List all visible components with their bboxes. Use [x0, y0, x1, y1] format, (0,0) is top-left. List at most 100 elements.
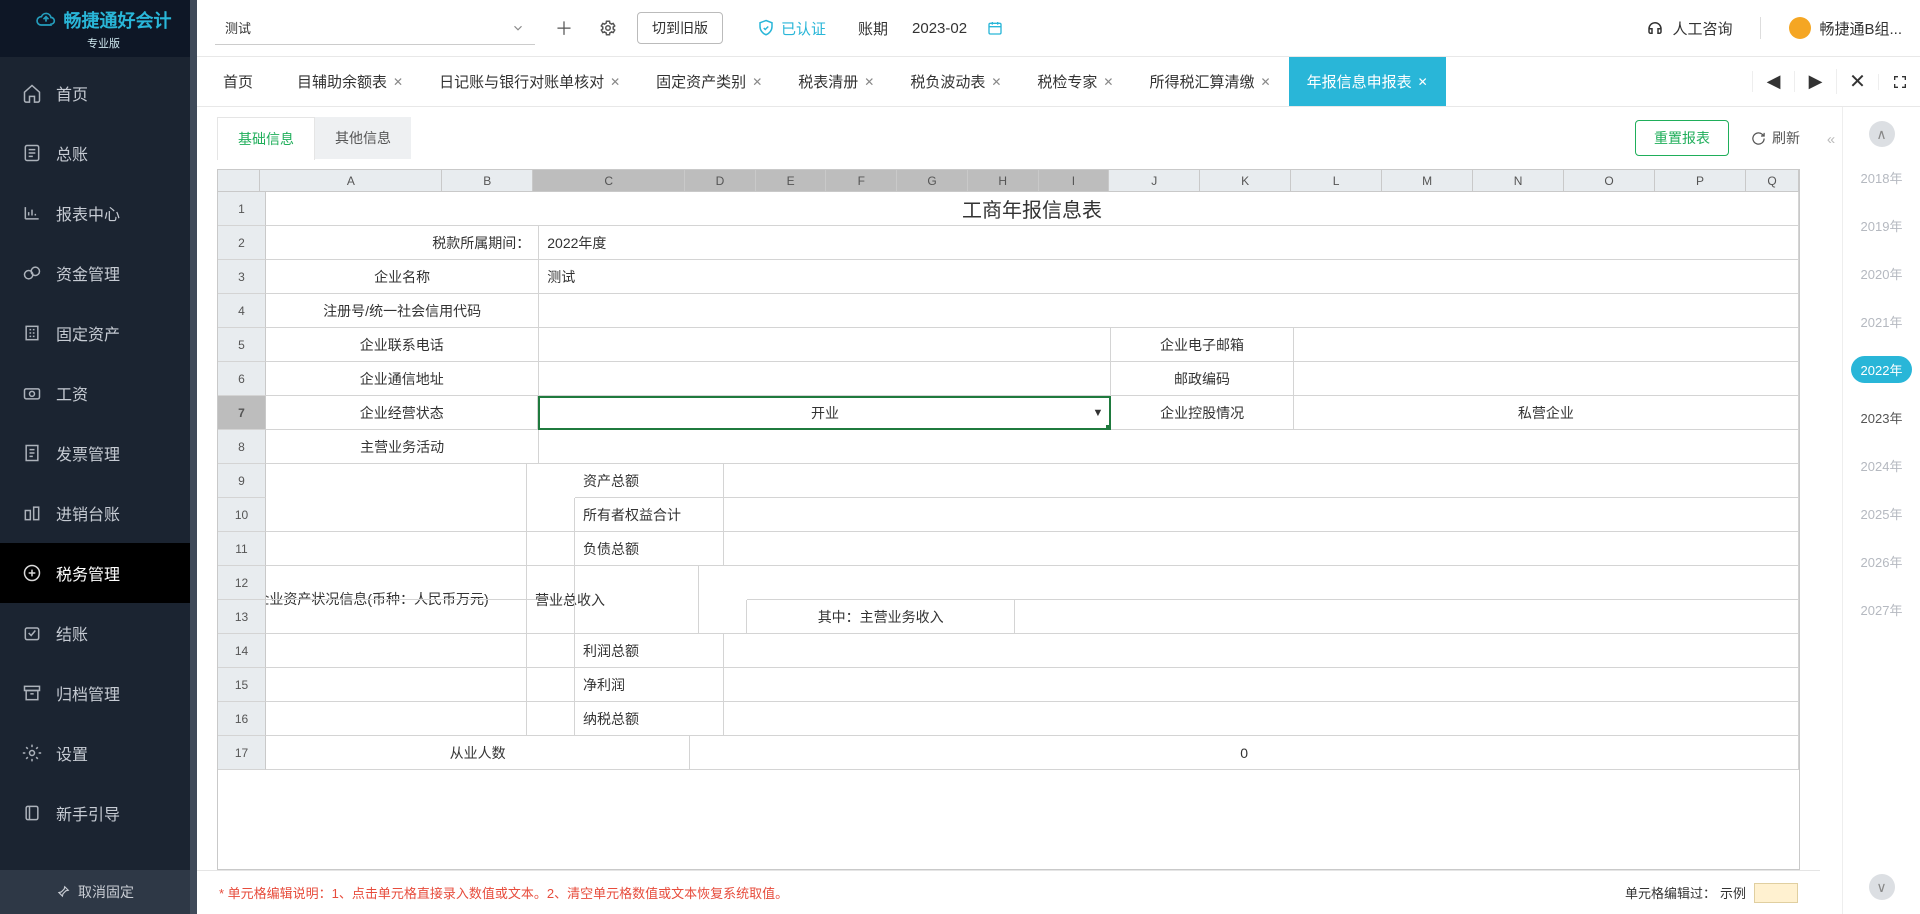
grid-body[interactable]: 1工商年报信息表2税款所属期间：2022年度3企业名称测试4注册号/统一社会信用… [218, 192, 1799, 869]
cell[interactable]: 企业通信地址 [266, 362, 539, 396]
refresh-button[interactable]: 刷新 [1751, 128, 1800, 148]
cell[interactable] [724, 668, 1799, 702]
support-button[interactable]: 人工咨询 [1646, 18, 1732, 39]
col-header-I[interactable]: I [1039, 170, 1110, 191]
active-cell-dropdown[interactable]: 开业▼ [538, 396, 1111, 430]
tab-home[interactable]: 首页 [197, 57, 279, 106]
user-menu[interactable]: 畅捷通B组... [1789, 17, 1902, 39]
tabs-close-all[interactable]: ✕ [1836, 69, 1878, 94]
col-header-K[interactable]: K [1200, 170, 1291, 191]
cell[interactable]: 所有者权益合计 [575, 498, 724, 532]
cell[interactable] [1015, 600, 1799, 634]
year-item[interactable]: 2027年 [1843, 585, 1920, 633]
year-up[interactable]: ∧ [1869, 121, 1895, 147]
cell[interactable] [724, 634, 1799, 668]
cell[interactable]: 利润总额 [575, 634, 724, 668]
sidebar-item-salary[interactable]: 工资 [0, 363, 190, 423]
sidebar-item-checkout[interactable]: 结账 [0, 603, 190, 663]
cell[interactable]: 企业经营状态 [266, 396, 538, 430]
cell[interactable]: 邮政编码 [1111, 362, 1293, 396]
tab-close[interactable]: ✕ [991, 75, 1001, 89]
cell[interactable]: 测试 [539, 260, 1799, 294]
cell[interactable]: 0 [690, 736, 1799, 770]
reset-report-button[interactable]: 重置报表 [1635, 120, 1729, 156]
cell[interactable]: 资产总额 [575, 464, 724, 498]
cell[interactable] [724, 498, 1799, 532]
year-rail-collapse[interactable]: « [1820, 107, 1842, 171]
col-header-D[interactable]: D [685, 170, 756, 191]
col-header-A[interactable]: A [260, 170, 442, 191]
year-item[interactable]: 2020年 [1843, 249, 1920, 297]
tab[interactable]: 目辅助余额表✕ [279, 57, 421, 106]
year-item[interactable]: 2026年 [1843, 537, 1920, 585]
cell[interactable]: 纳税总额 [575, 702, 724, 736]
tab-close[interactable]: ✕ [864, 75, 874, 89]
tab[interactable]: 税负波动表✕ [892, 57, 1019, 106]
tab-close[interactable]: ✕ [1418, 75, 1428, 89]
row-header[interactable]: 17 [218, 736, 266, 770]
cell[interactable]: 净利润 [575, 668, 724, 702]
tabs-scroll-left[interactable]: ◀ [1752, 71, 1794, 92]
cell[interactable] [724, 464, 1799, 498]
tab[interactable]: 税检专家✕ [1019, 57, 1131, 106]
subtab-other[interactable]: 其他信息 [315, 117, 411, 159]
sidebar-item-chart[interactable]: 报表中心 [0, 183, 190, 243]
tab-close[interactable]: ✕ [393, 75, 403, 89]
cell[interactable] [539, 328, 1112, 362]
cell[interactable]: 主营业务活动 [266, 430, 539, 464]
row-header[interactable]: 2 [218, 226, 266, 260]
row-header[interactable]: 3 [218, 260, 266, 294]
row-header[interactable]: 5 [218, 328, 266, 362]
cell[interactable]: 注册号/统一社会信用代码 [266, 294, 539, 328]
tab-close[interactable]: ✕ [752, 75, 762, 89]
cell[interactable]: 企业联系电话 [266, 328, 539, 362]
tab[interactable]: 固定资产类别✕ [638, 57, 780, 106]
sidebar-item-money[interactable]: 资金管理 [0, 243, 190, 303]
cell[interactable] [539, 294, 1799, 328]
sidebar-item-archive[interactable]: 归档管理 [0, 663, 190, 723]
col-header-O[interactable]: O [1564, 170, 1655, 191]
old-version-button[interactable]: 切到旧版 [637, 12, 723, 44]
tab[interactable]: 年报信息申报表✕ [1289, 57, 1446, 106]
cell[interactable]: 税款所属期间： [266, 226, 539, 260]
col-header-C[interactable]: C [533, 170, 685, 191]
col-header-F[interactable]: F [826, 170, 897, 191]
row-header[interactable]: 13 [218, 600, 266, 634]
year-item[interactable]: 2019年 [1843, 201, 1920, 249]
year-item[interactable]: 2025年 [1843, 489, 1920, 537]
year-item[interactable]: 2023年 [1843, 393, 1920, 441]
year-down[interactable]: ∨ [1869, 874, 1895, 900]
sidebar-scrollbar[interactable] [190, 0, 197, 914]
row-header[interactable]: 10 [218, 498, 266, 532]
tab-close[interactable]: ✕ [610, 75, 620, 89]
tab[interactable]: 税表清册✕ [780, 57, 892, 106]
col-header-H[interactable]: H [968, 170, 1039, 191]
sidebar-item-tax[interactable]: 税务管理 [0, 543, 190, 603]
subtab-basic[interactable]: 基础信息 [217, 117, 315, 160]
cell[interactable] [1294, 328, 1799, 362]
sidebar-item-guide[interactable]: 新手引导 [0, 783, 190, 843]
col-header-B[interactable]: B [442, 170, 533, 191]
cell[interactable] [539, 362, 1112, 396]
year-item[interactable]: 2022年 [1843, 345, 1920, 393]
row-header[interactable]: 7 [218, 396, 266, 430]
col-header-L[interactable]: L [1291, 170, 1382, 191]
row-header[interactable]: 15 [218, 668, 266, 702]
cell[interactable] [747, 566, 1799, 600]
cell[interactable] [1294, 362, 1799, 396]
tab-close[interactable]: ✕ [1103, 75, 1113, 89]
company-selector[interactable]: 测试 [215, 11, 535, 45]
cell[interactable] [724, 532, 1799, 566]
cell[interactable]: 负债总额 [575, 532, 724, 566]
cell[interactable]: 从业人数 [266, 736, 690, 770]
row-header[interactable]: 1 [218, 192, 266, 226]
col-header-E[interactable]: E [756, 170, 827, 191]
cell[interactable]: 其中：主营业务收入 [747, 600, 1015, 634]
settings-icon-button[interactable] [593, 13, 623, 43]
period-value[interactable]: 2023-02 [912, 20, 967, 37]
unpin-button[interactable]: 取消固定 [0, 870, 190, 914]
cell[interactable]: 企业电子邮箱 [1111, 328, 1293, 362]
fill-handle[interactable] [1106, 425, 1111, 430]
tab[interactable]: 所得税汇算清缴✕ [1131, 57, 1288, 106]
sidebar-item-ledger[interactable]: 总账 [0, 123, 190, 183]
